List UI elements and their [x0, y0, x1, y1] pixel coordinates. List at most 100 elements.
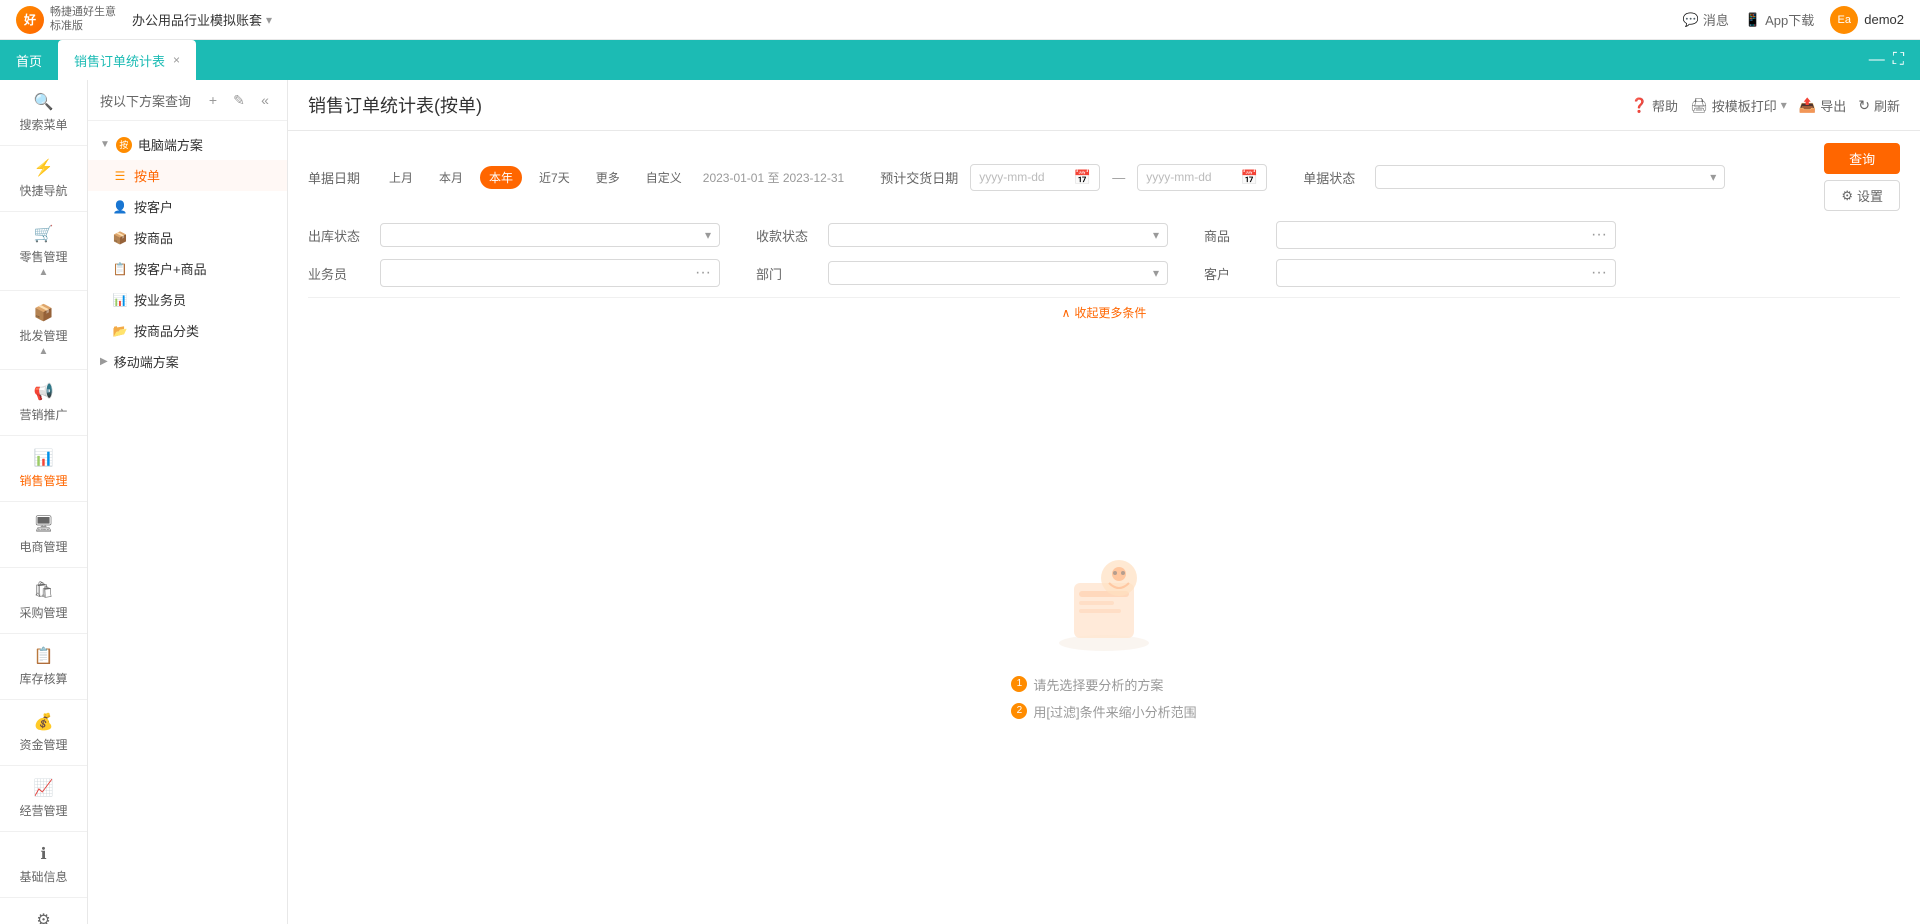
- scheme-group-mobile-header[interactable]: ▶ 移动端方案: [88, 346, 287, 377]
- receipt-status-select[interactable]: ▾: [828, 223, 1168, 247]
- sidebar-item-finance[interactable]: 💰 资金管理: [0, 700, 87, 766]
- print-icon: 🖨: [1690, 97, 1708, 114]
- arrow-up-icon2: ▲: [39, 346, 49, 357]
- calendar-icon2: 📅: [1241, 169, 1258, 186]
- tab-home[interactable]: 首页: [0, 40, 58, 80]
- empty-illustration: [1044, 543, 1164, 663]
- wholesale-icon: 📦: [34, 303, 54, 323]
- filter-row-1: 单据日期 上月 本月 本年 近7天 更多 自定义 2023-01-01 至 20…: [308, 143, 1900, 211]
- expected-date-to-input[interactable]: yyyy-mm-dd 📅: [1137, 164, 1267, 191]
- operations-icon: 📈: [34, 778, 54, 798]
- left-panel-title: 按以下方案查询: [100, 91, 191, 110]
- hint-num-2: 2: [1011, 703, 1027, 719]
- user-profile[interactable]: Ea demo2: [1830, 6, 1904, 34]
- arrow-up-icon: ▲: [39, 267, 49, 278]
- sidebar-item-retail[interactable]: 🛒 零售管理 ▲: [0, 212, 87, 291]
- top-bar-right: 💬 消息 📱 App下载 Ea demo2: [1683, 6, 1904, 34]
- expected-date-label: 预计交货日期: [880, 168, 958, 187]
- sidebar-item-wholesale[interactable]: 📦 批发管理 ▲: [0, 291, 87, 370]
- bill-status-select[interactable]: ▾: [1375, 165, 1725, 189]
- sidebar-item-marketing[interactable]: 📢 营销推广: [0, 370, 87, 436]
- btn-this-year[interactable]: 本年: [480, 166, 522, 189]
- btn-this-month[interactable]: 本月: [430, 166, 472, 189]
- goods-label: 商品: [1204, 226, 1264, 245]
- customer-input[interactable]: ···: [1276, 259, 1616, 287]
- edit-scheme-button[interactable]: ✎: [229, 90, 249, 110]
- scheme-group-icon: 按: [116, 137, 132, 153]
- btn-last-7-days[interactable]: 近7天: [530, 166, 579, 189]
- add-scheme-button[interactable]: +: [203, 90, 223, 110]
- scheme-item-by-salesman[interactable]: 📊 按业务员: [88, 284, 287, 315]
- main-layout: 🔍 搜索菜单 ⚡ 快捷导航 🛒 零售管理 ▲ 📦 批发管理 ▲ 📢 营销推广 📊…: [0, 80, 1920, 924]
- close-icon[interactable]: ×: [173, 53, 180, 67]
- inventory-icon: 📋: [34, 646, 54, 666]
- maximize-icon[interactable]: ⛶: [1893, 51, 1904, 69]
- sidebar-item-basic-info[interactable]: ℹ 基础信息: [0, 832, 87, 898]
- print-chevron-icon: ▾: [1781, 98, 1787, 112]
- sidebar-item-quick-nav[interactable]: ⚡ 快捷导航: [0, 146, 87, 212]
- print-button[interactable]: 🖨 按模板打印 ▾: [1690, 96, 1787, 115]
- app-selector[interactable]: 办公用品行业模拟账套 ▾: [124, 6, 280, 33]
- filter-row-2: 出库状态 ▾ 收款状态 ▾ 商品 ···: [308, 221, 1900, 249]
- scheme-item-by-goods[interactable]: 📦 按商品: [88, 222, 287, 253]
- app-download-button[interactable]: 📱 App下载: [1745, 10, 1814, 29]
- basicinfo-icon: ℹ: [40, 844, 46, 864]
- out-status-label: 出库状态: [308, 226, 368, 245]
- tab-sales-order-stats[interactable]: 销售订单统计表 ×: [58, 40, 196, 80]
- sidebar-item-search[interactable]: 🔍 搜索菜单: [0, 80, 87, 146]
- query-btn-group: 查询 ⚙ 设置: [1824, 143, 1900, 211]
- settings-icon: ⚙: [1841, 188, 1853, 204]
- scheme-item-by-customer[interactable]: 👤 按客户: [88, 191, 287, 222]
- empty-hint-2: 2 用[过滤]条件来缩小分析范围: [1011, 702, 1196, 721]
- sidebar-item-system[interactable]: ⚙ 系统管理: [0, 898, 87, 924]
- refresh-icon: ↻: [1858, 97, 1870, 114]
- help-button[interactable]: ❓ 帮助: [1631, 96, 1678, 115]
- scheme-group-pc-header[interactable]: ▼ 按 电脑端方案: [88, 129, 287, 160]
- sidebar-item-inventory[interactable]: 📋 库存核算: [0, 634, 87, 700]
- logo-area: 好 畅捷通好生意 标准版: [16, 6, 116, 34]
- finance-icon: 💰: [34, 712, 54, 732]
- refresh-button[interactable]: ↻ 刷新: [1858, 96, 1900, 115]
- bill-status-chevron-icon: ▾: [1710, 170, 1716, 184]
- scheme-item-by-order[interactable]: ☰ 按单: [88, 160, 287, 191]
- collapse-panel-button[interactable]: «: [255, 90, 275, 110]
- dept-select[interactable]: ▾: [828, 261, 1168, 285]
- expected-date-to: yyyy-mm-dd 📅: [1137, 164, 1267, 191]
- by-order-icon: ☰: [112, 168, 128, 184]
- by-category-icon: 📂: [112, 323, 128, 339]
- sidebar-item-sales[interactable]: 📊 销售管理: [0, 436, 87, 502]
- date-range-display: 2023-01-01 至 2023-12-31: [703, 169, 844, 186]
- by-customer-icon: 👤: [112, 199, 128, 215]
- scheme-item-by-category[interactable]: 📂 按商品分类: [88, 315, 287, 346]
- filter-area: 单据日期 上月 本月 本年 近7天 更多 自定义 2023-01-01 至 20…: [288, 131, 1920, 339]
- sidebar-item-purchase[interactable]: 🛍 采购管理: [0, 568, 87, 634]
- chevron-down-icon: ▾: [266, 13, 272, 27]
- btn-custom-date[interactable]: 自定义: [637, 166, 691, 189]
- by-customer-goods-icon: 📋: [112, 261, 128, 277]
- minimize-icon[interactable]: —: [1869, 51, 1885, 69]
- settings-button[interactable]: ⚙ 设置: [1824, 180, 1900, 211]
- out-status-chevron-icon: ▾: [705, 228, 711, 242]
- search-icon: 🔍: [34, 92, 54, 112]
- export-button[interactable]: 📤 导出: [1799, 96, 1846, 115]
- collapse-bar[interactable]: ∧ 收起更多条件: [308, 297, 1900, 327]
- scheme-group-mobile: ▶ 移动端方案: [88, 346, 287, 377]
- btn-last-month[interactable]: 上月: [380, 166, 422, 189]
- sidebar-item-ecommerce[interactable]: 🖥 电商管理: [0, 502, 87, 568]
- btn-more-date[interactable]: 更多: [587, 166, 629, 189]
- expected-date-from-input[interactable]: yyyy-mm-dd 📅: [970, 164, 1100, 191]
- scheme-item-by-customer-goods[interactable]: 📋 按客户+商品: [88, 253, 287, 284]
- message-button[interactable]: 💬 消息: [1683, 10, 1729, 29]
- business-input[interactable]: ···: [380, 259, 720, 287]
- date-quick-buttons: 上月 本月 本年 近7天 更多 自定义: [380, 166, 691, 189]
- retail-icon: 🛒: [34, 224, 54, 244]
- logo-icon: 好: [16, 6, 44, 34]
- goods-input[interactable]: ···: [1276, 221, 1616, 249]
- scheme-group-pc: ▼ 按 电脑端方案 ☰ 按单 👤 按客户 📦 按商品: [88, 129, 287, 346]
- sidebar-item-operations[interactable]: 📈 经营管理: [0, 766, 87, 832]
- customer-more-icon: ···: [1591, 264, 1607, 282]
- user-name: demo2: [1864, 12, 1904, 27]
- marketing-icon: 📢: [34, 382, 54, 402]
- query-button[interactable]: 查询: [1824, 143, 1900, 174]
- out-status-select[interactable]: ▾: [380, 223, 720, 247]
